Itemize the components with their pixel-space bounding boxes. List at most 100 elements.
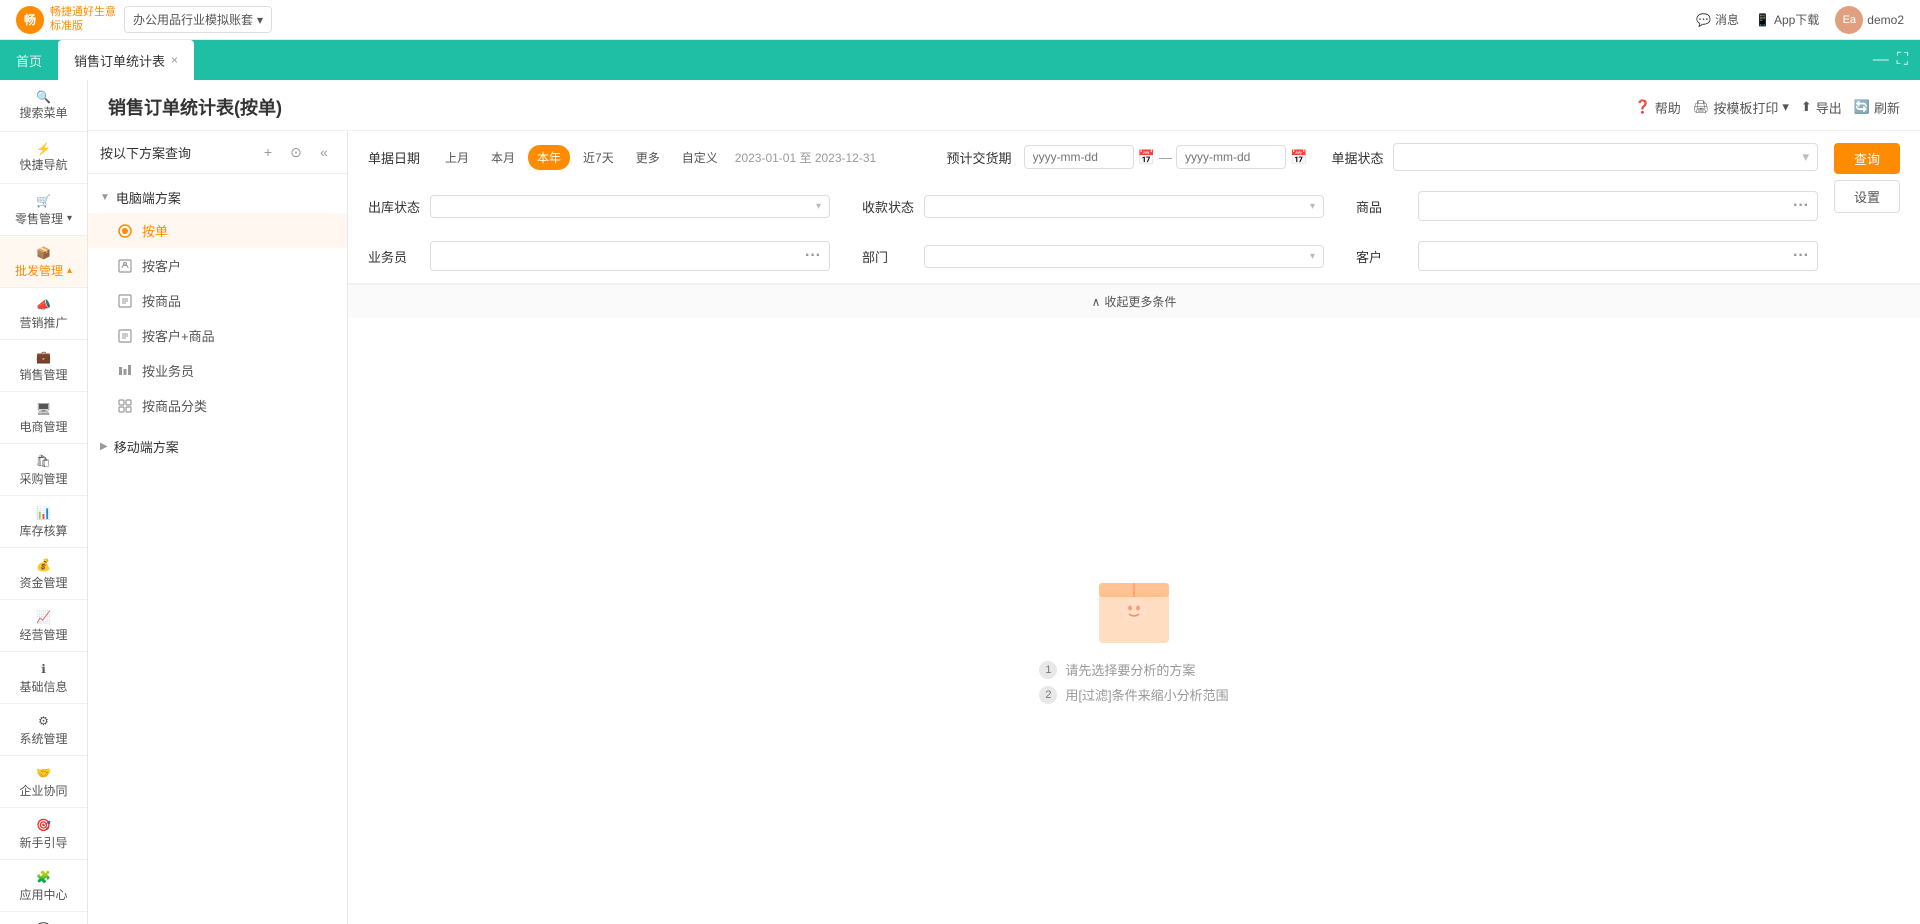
scheme-item-by-order[interactable]: 按单 — [88, 213, 347, 248]
sidebar-item-retail[interactable]: 🛒 零售管理 ▾ — [0, 184, 87, 236]
sidebar-item-sales[interactable]: 💼 销售管理 — [0, 340, 87, 392]
dept-select[interactable]: ▾ — [924, 245, 1324, 268]
calendar-from-icon[interactable]: 📅 — [1138, 149, 1155, 166]
dept-arrow-icon: ▾ — [1310, 251, 1315, 262]
scheme-collapse-button[interactable]: « — [313, 141, 335, 163]
salesman-input[interactable]: ··· — [430, 241, 830, 271]
scheme-edit-button[interactable]: ⊙ — [285, 141, 307, 163]
tab-home[interactable]: 首页 — [0, 40, 58, 80]
empty-state: 1 请先选择要分析的方案 2 用[过滤]条件来缩小分析范围 — [348, 318, 1920, 924]
ecommerce-icon: 🖥 — [36, 402, 51, 416]
goods-filter: 商品 ··· — [1356, 191, 1818, 221]
message-button[interactable]: 💬 消息 — [1696, 11, 1739, 28]
scheme-item-by-goods[interactable]: 按商品 — [88, 283, 347, 318]
sidebar-label-finance: 资金管理 — [19, 574, 67, 591]
sidebar-item-purchase[interactable]: 🛍 采购管理 — [0, 444, 87, 496]
wholesale-icon: 📦 — [36, 246, 51, 260]
sidebar-item-collab[interactable]: 🤝 企业协同 — [0, 756, 87, 808]
sidebar-label-apps: 应用中心 — [19, 886, 67, 903]
sidebar-item-ecommerce[interactable]: 🖥 电商管理 — [0, 392, 87, 444]
maximize-icon[interactable]: ⛶ — [1897, 51, 1908, 69]
scheme-mobile-header[interactable]: ▶ 移动端方案 — [88, 431, 347, 462]
sidebar-label-retail: 零售管理 — [15, 210, 63, 227]
scheme-item-by-customer-goods[interactable]: 按客户+商品 — [88, 318, 347, 353]
sidebar-item-basic[interactable]: ℹ 基础信息 — [0, 652, 87, 704]
scheme-pc-header[interactable]: ▼ 电脑端方案 — [88, 182, 347, 213]
sidebar-item-wechat[interactable]: 💬 企业微信 — [0, 912, 87, 924]
expected-date-group: 📅 — 📅 — [1024, 145, 1308, 169]
sidebar-item-operation[interactable]: 📈 经营管理 — [0, 600, 87, 652]
sidebar-item-finance[interactable]: 💰 资金管理 — [0, 548, 87, 600]
sidebar-item-system[interactable]: ⚙ 系统管理 — [0, 704, 87, 756]
ship-status-select[interactable]: ▾ — [430, 195, 830, 218]
page-actions: ❓ 帮助 🖨 按模板打印 ▾ ⬆ 导出 🔄 刷新 — [1635, 98, 1900, 117]
query-button[interactable]: 查询 — [1834, 143, 1900, 174]
by-category-icon — [116, 397, 134, 415]
pay-arrow-icon: ▾ — [1310, 201, 1315, 212]
sidebar-item-wholesale[interactable]: 📦 批发管理 ▴ — [0, 236, 87, 288]
customer-dots[interactable]: ··· — [1793, 247, 1809, 265]
sidebar-label-purchase: 采购管理 — [19, 470, 67, 487]
sidebar-label-system: 系统管理 — [19, 730, 67, 747]
expected-date-to[interactable] — [1176, 145, 1286, 169]
app-download-button[interactable]: 📱 App下载 — [1755, 11, 1819, 28]
sidebar-label-sales: 销售管理 — [19, 366, 67, 383]
tab-sales-order-stats[interactable]: 销售订单统计表 × — [58, 40, 194, 80]
sidebar-item-apps[interactable]: 🧩 应用中心 — [0, 860, 87, 912]
date-btn-this-year[interactable]: 本年 — [528, 145, 570, 170]
scheme-item-by-category[interactable]: 按商品分类 — [88, 388, 347, 423]
sidebar-item-marketing[interactable]: 📣 营销推广 — [0, 288, 87, 340]
date-label: 单据日期 — [368, 148, 424, 167]
settings-button[interactable]: 设置 — [1834, 180, 1900, 213]
logo-text: 畅捷通好生意 标准版 — [50, 6, 116, 32]
download-icon: 📱 — [1755, 13, 1770, 27]
goods-input[interactable]: ··· — [1418, 191, 1818, 221]
sidebar-item-search-menu[interactable]: 🔍 搜索菜单 — [0, 80, 87, 132]
filter-row-1: 单据日期 上月 本月 本年 近7天 更多 自定义 — [368, 143, 1818, 171]
date-btn-more[interactable]: 更多 — [627, 145, 669, 170]
body-area: 按以下方案查询 + ⊙ « ▼ 电脑端方案 — [88, 131, 1920, 924]
calendar-to-icon[interactable]: 📅 — [1290, 149, 1307, 166]
customer-input[interactable]: ··· — [1418, 241, 1818, 271]
tab-close-icon[interactable]: × — [171, 53, 178, 67]
by-customer-goods-icon — [116, 327, 134, 345]
print-button[interactable]: 🖨 按模板打印 ▾ — [1693, 98, 1789, 117]
expected-date-from[interactable] — [1024, 145, 1134, 169]
export-button[interactable]: ⬆ 导出 — [1801, 98, 1842, 117]
date-btn-7days[interactable]: 近7天 — [574, 145, 623, 170]
operation-icon: 📈 — [36, 610, 51, 624]
collapse-button[interactable]: ∧ 收起更多条件 — [1092, 293, 1177, 310]
sidebar-item-stock[interactable]: 📊 库存核算 — [0, 496, 87, 548]
sidebar-item-guide[interactable]: 🎯 新手引导 — [0, 808, 87, 860]
minimize-icon[interactable]: — — [1873, 51, 1889, 69]
scheme-pc-section: ▼ 电脑端方案 按单 — [88, 174, 347, 431]
by-customer-icon — [116, 257, 134, 275]
status-select[interactable]: ▾ — [1393, 143, 1818, 171]
by-goods-icon — [116, 292, 134, 310]
goods-dots[interactable]: ··· — [1793, 197, 1809, 215]
empty-illustration — [1074, 538, 1194, 648]
sidebar: 🔍 搜索菜单 ⚡ 快捷导航 🛒 零售管理 ▾ 📦 批发管理 ▴ 📣 营销推广 — [0, 80, 88, 924]
scheme-header: 按以下方案查询 + ⊙ « — [88, 131, 347, 174]
avatar: Ea — [1835, 6, 1863, 34]
sidebar-item-quick-nav[interactable]: ⚡ 快捷导航 — [0, 132, 87, 184]
scheme-item-by-salesman[interactable]: 按业务员 — [88, 353, 347, 388]
logo-icon: 畅 — [16, 6, 44, 34]
scheme-panel: 按以下方案查询 + ⊙ « ▼ 电脑端方案 — [88, 131, 348, 924]
pay-status-select[interactable]: ▾ — [924, 195, 1324, 218]
help-button[interactable]: ❓ 帮助 — [1635, 98, 1681, 117]
mobile-arrow-icon: ▶ — [100, 441, 108, 452]
date-btn-last-month[interactable]: 上月 — [436, 145, 478, 170]
date-btn-custom[interactable]: 自定义 — [673, 145, 727, 170]
scheme-item-by-customer[interactable]: 按客户 — [88, 248, 347, 283]
empty-hint-1: 1 请先选择要分析的方案 — [1039, 660, 1228, 679]
mobile-section-title: 移动端方案 — [114, 437, 179, 456]
scheme-item-label-category: 按商品分类 — [142, 396, 207, 415]
workspace-selector[interactable]: 办公用品行业模拟账套 ▾ — [124, 6, 272, 33]
scheme-item-label-cg: 按客户+商品 — [142, 326, 215, 345]
date-btn-this-month[interactable]: 本月 — [482, 145, 524, 170]
scheme-add-button[interactable]: + — [257, 141, 279, 163]
refresh-button[interactable]: 🔄 刷新 — [1854, 98, 1900, 117]
salesman-dots[interactable]: ··· — [805, 247, 821, 265]
user-menu[interactable]: Ea demo2 — [1835, 6, 1904, 34]
